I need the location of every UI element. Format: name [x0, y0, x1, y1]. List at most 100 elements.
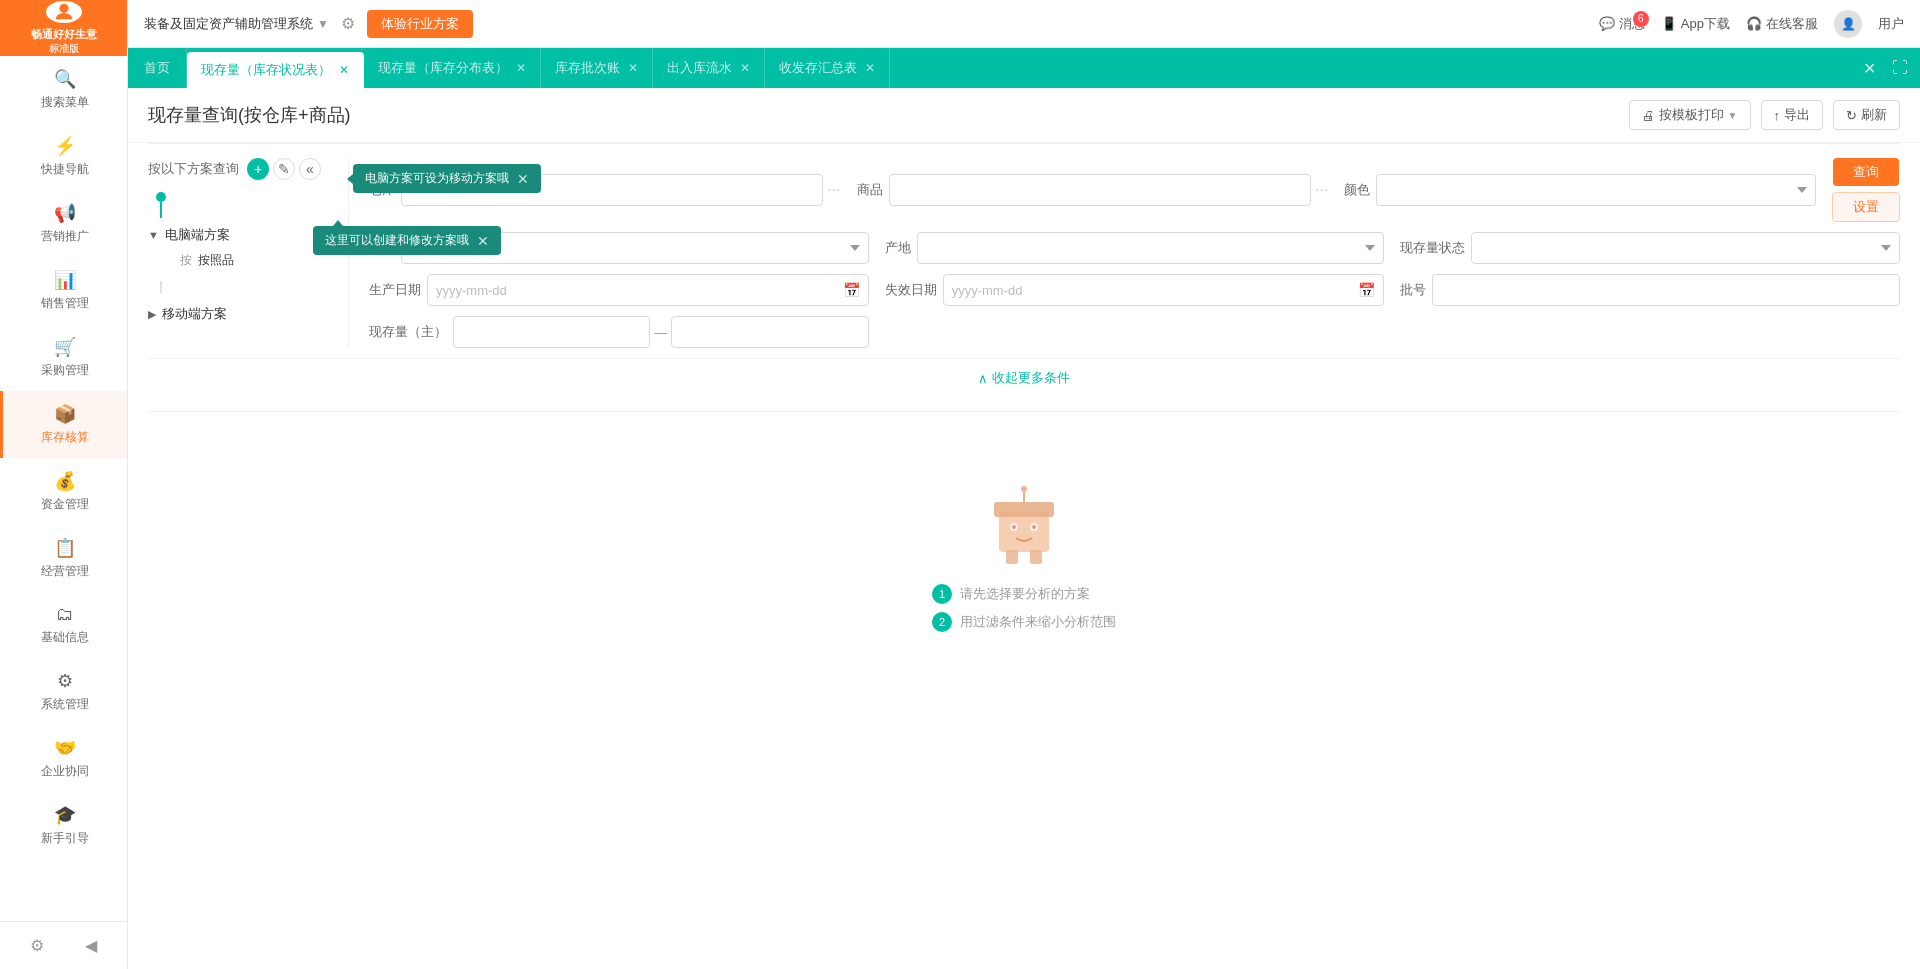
sidebar-item-operation[interactable]: 📋 经营管理 — [0, 525, 127, 592]
sidebar-item-finance[interactable]: 💰 资金管理 — [0, 458, 127, 525]
batch-input-wrap — [1432, 274, 1900, 306]
expiry-date-input-wrap: yyyy-mm-dd 📅 — [943, 274, 1385, 306]
system-name: 装备及固定资产辅助管理系统 — [144, 15, 313, 33]
expiry-date-field: 失效日期 yyyy-mm-dd 📅 — [885, 274, 1385, 306]
tab-batch-label: 库存批次账 — [555, 59, 620, 77]
prod-date-input[interactable]: yyyy-mm-dd 📅 — [427, 274, 869, 306]
tab-close-5[interactable]: ✕ — [865, 61, 875, 75]
print-icon: 🖨 — [1642, 108, 1655, 123]
stock-qty-max-input[interactable] — [671, 316, 868, 348]
origin-label: 产地 — [885, 239, 911, 257]
svg-point-5 — [1012, 525, 1016, 529]
filter-header: 按以下方案查询 + ✎ « — [148, 158, 348, 180]
dropdown-icon: ▼ — [317, 17, 329, 31]
add-scheme-btn[interactable]: + — [247, 158, 269, 180]
collapse-label: 收起更多条件 — [992, 369, 1070, 387]
sidebar: 畅通好好生意 标准版 🔍 搜索菜单 ⚡ 快捷导航 📢 营销推广 📊 销售管理 🛒… — [0, 0, 128, 969]
system-icon: ⚙ — [57, 670, 73, 692]
export-btn[interactable]: ↑ 导出 — [1761, 100, 1824, 130]
pc-scheme-name[interactable]: 电脑端方案 — [165, 226, 230, 244]
mobile-scheme-name[interactable]: 移动端方案 — [162, 305, 227, 323]
main-area: 装备及固定资产辅助管理系统 ▼ ⚙ 体验行业方案 💬 消息 6 📱 App下载 … — [128, 0, 1920, 969]
prod-date-label: 生产日期 — [369, 281, 421, 299]
sidebar-item-inventory[interactable]: 📦 库存核算 — [0, 391, 127, 458]
tab-batch[interactable]: 库存批次账 ✕ — [541, 48, 653, 88]
separator-dots — [156, 281, 348, 293]
refresh-btn[interactable]: ↻ 刷新 — [1833, 100, 1900, 130]
sidebar-item-guide[interactable]: 🎓 新手引导 — [0, 792, 127, 859]
sidebar-item-search[interactable]: 🔍 搜索菜单 — [0, 56, 127, 123]
app-download-btn[interactable]: 📱 App下载 — [1661, 15, 1730, 33]
prod-calendar-icon: 📅 — [843, 282, 860, 298]
username[interactable]: 用户 — [1878, 15, 1904, 33]
tab-stock-dist[interactable]: 现存量（库存分布表） ✕ — [364, 48, 541, 88]
tooltip-2-close[interactable]: ✕ — [477, 233, 489, 249]
sidebar-item-nav[interactable]: ⚡ 快捷导航 — [0, 123, 127, 190]
tab-close-1[interactable]: ✕ — [339, 63, 349, 77]
reset-button[interactable]: 设置 — [1832, 192, 1900, 222]
step-1-num: 1 — [932, 584, 952, 604]
sidebar-item-collab[interactable]: 🤝 企业协同 — [0, 725, 127, 792]
avatar[interactable]: 👤 — [1834, 10, 1862, 38]
scheme-tooltip-2: 这里可以创建和修改方案哦 ✕ — [313, 226, 501, 255]
goods-dots[interactable]: ··· — [1315, 182, 1328, 198]
origin-field: 产地 — [885, 232, 1385, 264]
headset-icon: 🎧 — [1746, 16, 1762, 31]
tab-home[interactable]: 首页 — [128, 48, 187, 88]
edit-scheme-btn[interactable]: ✎ — [273, 158, 295, 180]
stock-status-select[interactable] — [1471, 232, 1900, 264]
experience-button[interactable]: 体验行业方案 — [367, 10, 473, 38]
empty-illustration — [974, 472, 1074, 572]
tab-close-2[interactable]: ✕ — [516, 61, 526, 75]
print-btn[interactable]: 🖨 按模板打印 ▼ — [1629, 100, 1751, 130]
expiry-date-input[interactable]: yyyy-mm-dd 📅 — [943, 274, 1385, 306]
sidebar-item-marketing[interactable]: 📢 营销推广 — [0, 190, 127, 257]
prod-date-placeholder: yyyy-mm-dd — [436, 283, 507, 298]
tab-close-all-icon[interactable]: ✕ — [1859, 55, 1880, 82]
sidebar-item-sales[interactable]: 📊 销售管理 — [0, 257, 127, 324]
tab-summary[interactable]: 收发存汇总表 ✕ — [765, 48, 890, 88]
sidebar-item-label: 基础信息 — [41, 629, 89, 646]
search-button[interactable]: 查询 — [1833, 158, 1899, 186]
header-right: 💬 消息 6 📱 App下载 🎧 在线客服 👤 用户 — [1599, 10, 1904, 38]
sub-item-label: 按 — [180, 252, 192, 269]
stock-status-label: 现存量状态 — [1400, 239, 1465, 257]
tab-stock-status[interactable]: 现存量（库存状况表） ✕ — [187, 52, 364, 88]
tab-expand-icon[interactable]: ⛶ — [1888, 55, 1912, 81]
warehouse-dots[interactable]: ··· — [827, 182, 840, 198]
collapse-btn[interactable]: ◀ — [81, 932, 101, 959]
color-select[interactable] — [1376, 174, 1816, 206]
tab-close-3[interactable]: ✕ — [628, 61, 638, 75]
origin-select[interactable] — [917, 232, 1385, 264]
tooltip-1-close[interactable]: ✕ — [517, 171, 529, 187]
guide-icon: 🎓 — [54, 804, 76, 826]
tab-bar-actions: ✕ ⛶ — [1851, 55, 1920, 82]
expiry-calendar-icon: 📅 — [1358, 282, 1375, 298]
stock-qty-input-wrap: — — [453, 316, 869, 348]
system-title[interactable]: 装备及固定资产辅助管理系统 ▼ — [144, 15, 329, 33]
sidebar-item-label: 经营管理 — [41, 563, 89, 580]
empty-state: 1 请先选择要分析的方案 2 用过滤条件来缩小分析范围 — [128, 412, 1920, 692]
batch-input[interactable] — [1432, 274, 1900, 306]
sidebar-item-purchase[interactable]: 🛒 采购管理 — [0, 324, 127, 391]
sidebar-item-system[interactable]: ⚙ 系统管理 — [0, 658, 127, 725]
goods-input[interactable] — [889, 174, 1311, 206]
tab-stock-dist-label: 现存量（库存分布表） — [378, 59, 508, 77]
search-icon: 🔍 — [54, 68, 76, 90]
sidebar-item-basic[interactable]: 🗂 基础信息 — [0, 592, 127, 658]
stock-qty-min-input[interactable] — [453, 316, 650, 348]
sub-item-name[interactable]: 按照品 — [198, 252, 234, 269]
tab-close-4[interactable]: ✕ — [740, 61, 750, 75]
settings-btn[interactable]: ⚙ — [26, 932, 48, 959]
sidebar-item-label: 快捷导航 — [41, 161, 89, 178]
goods-input-wrap: ··· — [889, 174, 1329, 206]
notification-btn[interactable]: 💬 消息 6 — [1599, 15, 1645, 33]
message-icon: 💬 — [1599, 16, 1615, 31]
prod-date-field: 生产日期 yyyy-mm-dd 📅 — [369, 274, 869, 306]
sidebar-item-label: 采购管理 — [41, 362, 89, 379]
back-scheme-btn[interactable]: « — [299, 158, 321, 180]
online-support-btn[interactable]: 🎧 在线客服 — [1746, 15, 1818, 33]
tab-flow[interactable]: 出入库流水 ✕ — [653, 48, 765, 88]
collapse-bar[interactable]: ∧ 收起更多条件 — [148, 358, 1900, 397]
settings-gear-icon[interactable]: ⚙ — [341, 14, 355, 33]
